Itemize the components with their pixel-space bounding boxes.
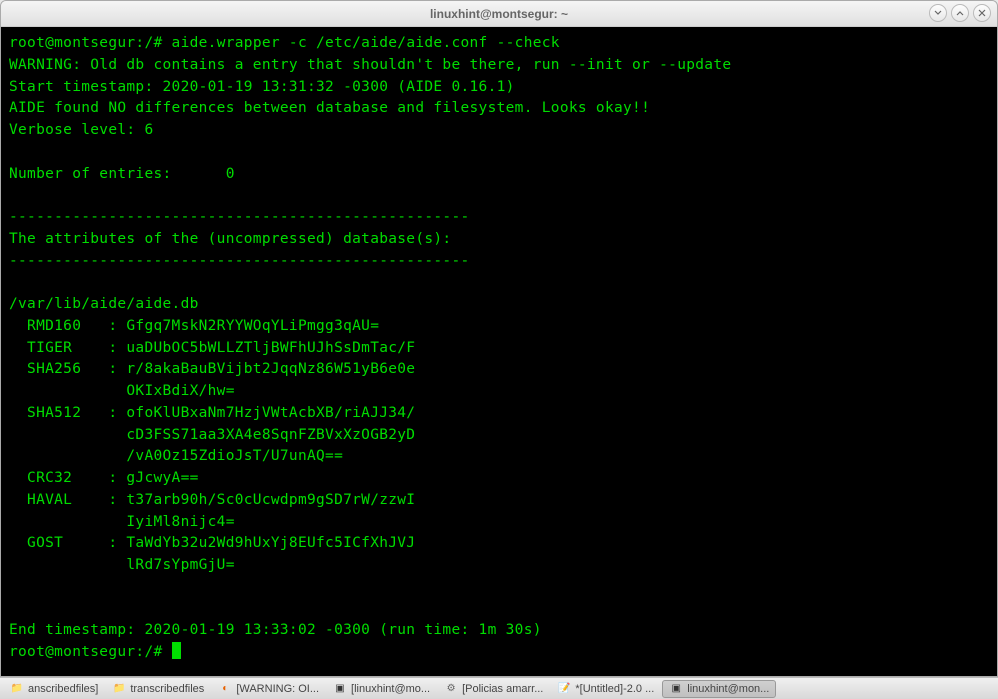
taskbar-label: transcribedfiles <box>130 683 204 695</box>
prompt-1: root@montsegur:/# <box>9 35 172 51</box>
close-button[interactable] <box>973 4 991 22</box>
output-line: End timestamp: 2020-01-19 13:33:02 -0300… <box>9 622 542 638</box>
terminal-window: linuxhint@montsegur: ~ root@montsegur:/#… <box>0 0 998 677</box>
gear-icon: ⚙ <box>444 682 458 696</box>
output-line: AIDE found NO differences between databa… <box>9 100 650 116</box>
output-line: TIGER : uaDUbOC5bWLLZTljBWFhUJhSsDmTac/F <box>9 340 415 356</box>
minimize-icon <box>934 9 942 17</box>
cursor <box>172 642 181 659</box>
taskbar-label: [linuxhint@mo... <box>351 683 430 695</box>
minimize-button[interactable] <box>929 4 947 22</box>
output-line: WARNING: Old db contains a entry that sh… <box>9 57 731 73</box>
command-input: aide.wrapper -c /etc/aide/aide.conf --ch… <box>172 35 560 51</box>
output-line: Start timestamp: 2020-01-19 13:31:32 -03… <box>9 79 515 95</box>
taskbar: 📁 anscribedfiles] 📁 transcribedfiles ◐ [… <box>0 677 998 699</box>
taskbar-item-folder2[interactable]: 📁 transcribedfiles <box>106 681 210 697</box>
taskbar-item-terminal1[interactable]: ▣ [linuxhint@mo... <box>327 681 436 697</box>
output-line: ----------------------------------------… <box>9 253 470 269</box>
close-icon <box>978 9 986 17</box>
output-line: GOST : TaWdYb32u2Wd9hUxYj8EUfc5ICfXhJVJ <box>9 535 415 551</box>
output-line: cD3FSS71aa3XA4e8SqnFZBVxXzOGB2yD <box>9 427 415 443</box>
output-line: ----------------------------------------… <box>9 209 470 225</box>
taskbar-label: linuxhint@mon... <box>687 683 769 695</box>
output-line: Verbose level: 6 <box>9 122 153 138</box>
folder-icon: 📁 <box>10 682 24 696</box>
terminal-icon: ▣ <box>333 682 347 696</box>
taskbar-label: [WARNING: OI... <box>236 683 319 695</box>
output-line: OKIxBdiX/hw= <box>9 383 235 399</box>
output-line: IyiMl8nijc4= <box>9 514 235 530</box>
terminal-icon: ▣ <box>669 682 683 696</box>
output-line: Number of entries: 0 <box>9 166 235 182</box>
terminal-output[interactable]: root@montsegur:/# aide.wrapper -c /etc/a… <box>1 27 997 676</box>
taskbar-item-folder1[interactable]: 📁 anscribedfiles] <box>4 681 104 697</box>
taskbar-label: *[Untitled]-2.0 ... <box>575 683 654 695</box>
maximize-button[interactable] <box>951 4 969 22</box>
output-line: /var/lib/aide/aide.db <box>9 296 199 312</box>
taskbar-label: [Policias amarr... <box>462 683 543 695</box>
taskbar-label: anscribedfiles] <box>28 683 98 695</box>
window-controls <box>929 4 991 22</box>
taskbar-item-settings[interactable]: ⚙ [Policias amarr... <box>438 681 549 697</box>
editor-icon: 📝 <box>557 682 571 696</box>
taskbar-item-terminal-active[interactable]: ▣ linuxhint@mon... <box>662 680 776 698</box>
output-line: CRC32 : gJcwyA== <box>9 470 199 486</box>
titlebar[interactable]: linuxhint@montsegur: ~ <box>1 1 997 27</box>
output-line: HAVAL : t37arb90h/Sc0cUcwdpm9gSD7rW/zzwI <box>9 492 415 508</box>
output-line: SHA256 : r/8akaBauBVijbt2JqqNz86W51yB6e0… <box>9 361 415 377</box>
folder-icon: 📁 <box>112 682 126 696</box>
firefox-icon: ◐ <box>218 682 232 696</box>
output-line: The attributes of the (uncompressed) dat… <box>9 231 451 247</box>
window-title: linuxhint@montsegur: ~ <box>430 7 568 21</box>
output-line: SHA512 : ofoKlUBxaNm7HzjVWtAcbXB/riAJJ34… <box>9 405 415 421</box>
prompt-2: root@montsegur:/# <box>9 644 172 660</box>
output-line: RMD160 : Gfgq7MskN2RYYWOqYLiPmgg3qAU= <box>9 318 379 334</box>
taskbar-item-gedit[interactable]: 📝 *[Untitled]-2.0 ... <box>551 681 660 697</box>
maximize-icon <box>956 9 964 17</box>
output-line: /vA0Oz15ZdioJsT/U7unAQ== <box>9 448 343 464</box>
taskbar-item-firefox[interactable]: ◐ [WARNING: OI... <box>212 681 325 697</box>
output-line: lRd7sYpmGjU= <box>9 557 235 573</box>
